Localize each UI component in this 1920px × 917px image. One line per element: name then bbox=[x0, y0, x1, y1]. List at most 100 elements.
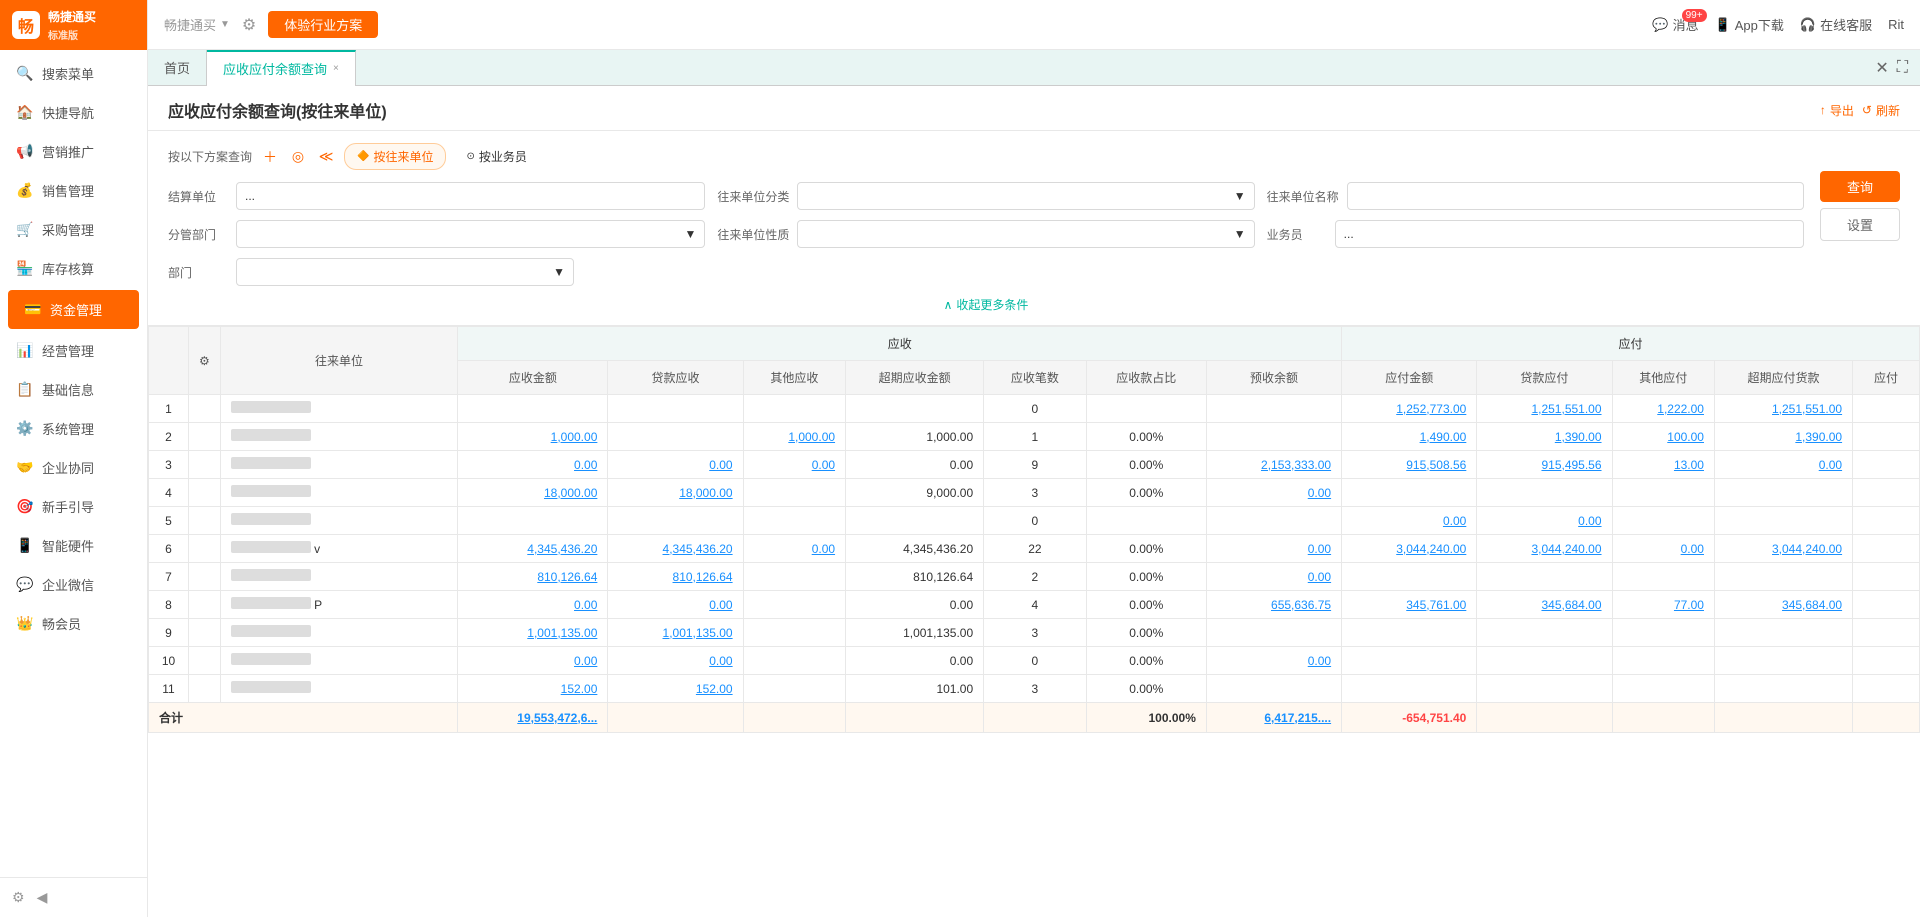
settings-button[interactable]: 设置 bbox=[1820, 208, 1900, 241]
row-overdue-pay-5[interactable]: 3,044,240.00 bbox=[1714, 535, 1852, 563]
row-pay-amount-2[interactable]: 915,508.56 bbox=[1342, 451, 1477, 479]
scheme-collapse-btn[interactable]: ≪ bbox=[316, 147, 336, 167]
query-button[interactable]: 查询 bbox=[1820, 171, 1900, 202]
row-loan-pay-7[interactable]: 345,684.00 bbox=[1477, 591, 1612, 619]
row-loan-recv-8[interactable]: 1,001,135.00 bbox=[608, 619, 743, 647]
row-recv-amount-1[interactable]: 1,000.00 bbox=[458, 423, 608, 451]
scheme-by-salesperson[interactable]: ⊙ 按业务员 bbox=[454, 144, 538, 169]
row-pay-amount-5[interactable]: 3,044,240.00 bbox=[1342, 535, 1477, 563]
sidebar-item-inventory[interactable]: 🏪 库存核算 bbox=[0, 249, 147, 288]
row-loan-recv-3[interactable]: 18,000.00 bbox=[608, 479, 743, 507]
sidebar-item-guide[interactable]: 🎯 新手引导 bbox=[0, 487, 147, 526]
unit-nature-input[interactable]: ▼ bbox=[797, 220, 1254, 248]
row-loan-pay-5[interactable]: 3,044,240.00 bbox=[1477, 535, 1612, 563]
tab-home[interactable]: 首页 bbox=[148, 50, 207, 86]
row-prepay-5[interactable]: 0.00 bbox=[1206, 535, 1341, 563]
service-button[interactable]: 🎧 在线客服 bbox=[1800, 15, 1872, 34]
division-input[interactable]: ▼ bbox=[236, 220, 705, 248]
sidebar-item-hardware[interactable]: 📱 智能硬件 bbox=[0, 526, 147, 565]
row-loan-pay-4[interactable]: 0.00 bbox=[1477, 507, 1612, 535]
row-overdue-pay-0[interactable]: 1,251,551.00 bbox=[1714, 395, 1852, 423]
row-prepay-2[interactable]: 2,153,333.00 bbox=[1206, 451, 1341, 479]
row-loan-recv-5[interactable]: 4,345,436.20 bbox=[608, 535, 743, 563]
row-other-recv-1[interactable]: 1,000.00 bbox=[743, 423, 845, 451]
row-recv-amount-3[interactable]: 18,000.00 bbox=[458, 479, 608, 507]
row-pay-amount-1[interactable]: 1,490.00 bbox=[1342, 423, 1477, 451]
app-download-button[interactable]: 📱 App下载 bbox=[1715, 15, 1784, 34]
row-loan-pay-0[interactable]: 1,251,551.00 bbox=[1477, 395, 1612, 423]
tab-fullscreen-icon[interactable]: ⛶ bbox=[1897, 59, 1908, 77]
row-prepay-7[interactable]: 655,636.75 bbox=[1206, 591, 1341, 619]
row-other-pay-0[interactable]: 1,222.00 bbox=[1612, 395, 1714, 423]
row-prepay-6[interactable]: 0.00 bbox=[1206, 563, 1341, 591]
row-other-pay-5[interactable]: 0.00 bbox=[1612, 535, 1714, 563]
export-label: 导出 bbox=[1830, 102, 1854, 119]
sidebar-item-quicknav[interactable]: 🏠 快捷导航 bbox=[0, 93, 147, 132]
message-button[interactable]: 💬 消息 99+ bbox=[1652, 15, 1698, 34]
promo-button[interactable]: 体验行业方案 bbox=[268, 11, 378, 38]
col-settings-header[interactable]: ⚙ bbox=[189, 327, 221, 395]
row-other-recv-2[interactable]: 0.00 bbox=[743, 451, 845, 479]
row-loan-pay-1[interactable]: 1,390.00 bbox=[1477, 423, 1612, 451]
jiesuan-unit-input[interactable]: ... bbox=[236, 182, 705, 210]
dept-input[interactable]: ▼ bbox=[236, 258, 574, 286]
breadcrumb-dropdown-icon[interactable]: ▼ bbox=[220, 19, 230, 30]
user-avatar[interactable]: Rit bbox=[1888, 17, 1904, 32]
scheme-add-btn[interactable]: ＋ bbox=[260, 147, 280, 167]
row-pay-amount-0[interactable]: 1,252,773.00 bbox=[1342, 395, 1477, 423]
row-recv-amount-2[interactable]: 0.00 bbox=[458, 451, 608, 479]
row-other-pay-1[interactable]: 100.00 bbox=[1612, 423, 1714, 451]
row-loan-recv-2[interactable]: 0.00 bbox=[608, 451, 743, 479]
scheme-by-unit[interactable]: 🔶 按往来单位 bbox=[344, 143, 446, 170]
sidebar-collapse-btn[interactable]: ◀ bbox=[37, 889, 48, 906]
row-loan-recv-6[interactable]: 810,126.64 bbox=[608, 563, 743, 591]
refresh-button[interactable]: ↺ 刷新 bbox=[1862, 102, 1900, 119]
sidebar-item-system[interactable]: ⚙️ 系统管理 bbox=[0, 409, 147, 448]
row-loan-recv-7[interactable]: 0.00 bbox=[608, 591, 743, 619]
sidebar-item-corp[interactable]: 🤝 企业协同 bbox=[0, 448, 147, 487]
row-loan-recv-10[interactable]: 152.00 bbox=[608, 675, 743, 703]
row-pay-amount-7[interactable]: 345,761.00 bbox=[1342, 591, 1477, 619]
sidebar-item-member[interactable]: 👑 畅会员 bbox=[0, 604, 147, 643]
tab-receivable-query[interactable]: 应收应付余额查询 × bbox=[207, 50, 356, 86]
row-recv-amount-9[interactable]: 0.00 bbox=[458, 647, 608, 675]
row-loan-pay-2[interactable]: 915,495.56 bbox=[1477, 451, 1612, 479]
row-prepay-3[interactable]: 0.00 bbox=[1206, 479, 1341, 507]
row-pay-amount-4[interactable]: 0.00 bbox=[1342, 507, 1477, 535]
row-recv-amount-8[interactable]: 1,001,135.00 bbox=[458, 619, 608, 647]
sidebar-item-purchase[interactable]: 🛒 采购管理 bbox=[0, 210, 147, 249]
row-overdue-pay-1[interactable]: 1,390.00 bbox=[1714, 423, 1852, 451]
sidebar-item-basic[interactable]: 📋 基础信息 bbox=[0, 370, 147, 409]
sidebar-item-finance[interactable]: 💳 资金管理 bbox=[8, 290, 139, 329]
row-other-recv-5[interactable]: 0.00 bbox=[743, 535, 845, 563]
sidebar-item-operation[interactable]: 📊 经营管理 bbox=[0, 331, 147, 370]
tab-close-icon[interactable]: × bbox=[333, 63, 339, 74]
row-recv-amount-10[interactable]: 152.00 bbox=[458, 675, 608, 703]
row-other-pay-2[interactable]: 13.00 bbox=[1612, 451, 1714, 479]
category-input[interactable]: ▼ bbox=[797, 182, 1254, 210]
unit-name-input[interactable] bbox=[1347, 182, 1804, 210]
row-overdue-pay-2[interactable]: 0.00 bbox=[1714, 451, 1852, 479]
row-recv-amount-6[interactable]: 810,126.64 bbox=[458, 563, 608, 591]
total-recv[interactable]: 19,553,472,6... bbox=[458, 703, 608, 733]
row-loan-recv-9[interactable]: 0.00 bbox=[608, 647, 743, 675]
sidebar-settings-btn[interactable]: ⚙ bbox=[12, 889, 25, 906]
row-prepay-9[interactable]: 0.00 bbox=[1206, 647, 1341, 675]
collapse-conditions-btn[interactable]: ∧ 收起更多条件 bbox=[168, 296, 1804, 313]
salesperson-input[interactable]: ... bbox=[1335, 220, 1804, 248]
header-gear-icon[interactable]: ⚙ bbox=[242, 15, 256, 35]
row-recv-amount-7[interactable]: 0.00 bbox=[458, 591, 608, 619]
row-overdue-pay-7[interactable]: 345,684.00 bbox=[1714, 591, 1852, 619]
row-other-pay-7[interactable]: 77.00 bbox=[1612, 591, 1714, 619]
sidebar-item-marketing[interactable]: 📢 营销推广 bbox=[0, 132, 147, 171]
jiesuan-unit-dots: ... bbox=[245, 189, 255, 203]
scheme-edit-btn[interactable]: ◎ bbox=[288, 147, 308, 167]
sidebar-item-wechat[interactable]: 💬 企业微信 bbox=[0, 565, 147, 604]
sidebar-item-sales[interactable]: 💰 销售管理 bbox=[0, 171, 147, 210]
export-button[interactable]: ↑ 导出 bbox=[1820, 102, 1854, 119]
tab-close-all-icon[interactable]: ✕ bbox=[1875, 58, 1888, 78]
row-recv-amount-5[interactable]: 4,345,436.20 bbox=[458, 535, 608, 563]
total-prepay[interactable]: 6,417,215.... bbox=[1206, 703, 1341, 733]
sidebar-item-search[interactable]: 🔍 搜索菜单 bbox=[0, 54, 147, 93]
table-settings-icon[interactable]: ⚙ bbox=[199, 354, 210, 368]
